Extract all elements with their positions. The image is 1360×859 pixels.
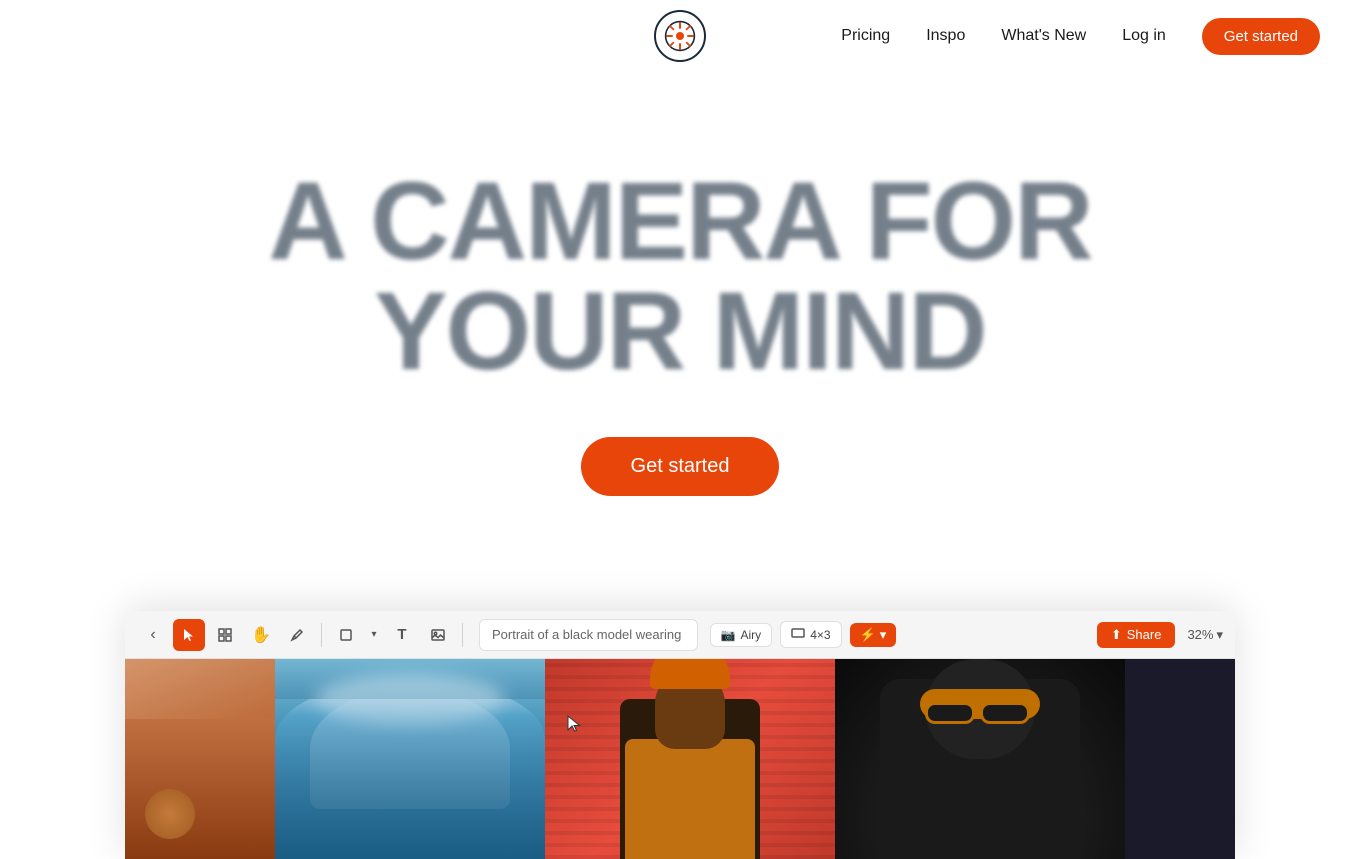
photo-thumbnail-2 [275,659,545,859]
ratio-icon [791,626,805,643]
select-tool-button[interactable] [173,619,205,651]
zoom-value: 32% [1187,627,1213,642]
app-preview: ‹ ✋ [125,611,1235,859]
hero-title: A CAMERA FOR YOUR MIND [268,167,1091,387]
chevron-down-icon: ▾ [1216,627,1223,643]
photo-thumbnail-4 [835,659,1125,859]
hero-title-line1: A CAMERA FOR [268,167,1091,277]
hero-get-started-button[interactable]: Get started [581,437,780,496]
logo[interactable] [654,10,706,62]
ratio-badge: 4×3 [780,621,841,648]
camera-label: Airy [741,628,762,642]
pan-tool-button[interactable]: ✋ [245,619,277,651]
navbar: Pricing Inspo What's New Log in Get star… [0,0,1360,72]
hero-title-line2: YOUR MIND [268,277,1091,387]
nav-pricing[interactable]: Pricing [841,27,890,45]
nav-login[interactable]: Log in [1122,27,1166,45]
text-tool-button[interactable]: T [386,619,418,651]
hero-section: A CAMERA FOR YOUR MIND Get started [0,0,1360,590]
photo-thumbnail-5 [1125,659,1235,859]
photo-thumbnail-1 [125,659,275,859]
grid-tool-button[interactable] [209,619,241,651]
photo-thumbnail-3 [545,659,835,859]
camera-icon: 📷 [721,628,736,642]
pen-tool-button[interactable] [281,619,313,651]
prompt-input[interactable] [479,619,698,651]
nav-get-started-button[interactable]: Get started [1202,18,1320,55]
nav-inspo[interactable]: Inspo [926,27,965,45]
rect-tool-button[interactable] [330,619,362,651]
share-icon: ⬆ [1111,627,1122,643]
generate-button[interactable]: ⚡ ▾ [850,623,897,647]
share-label: Share [1127,627,1162,642]
nav-whats-new[interactable]: What's New [1001,27,1086,45]
back-button[interactable]: ‹ [137,619,169,651]
rect-options-button[interactable]: ▾ [366,619,382,651]
flash-icon: ⚡ [860,627,876,643]
zoom-control[interactable]: 32% ▾ [1187,627,1223,643]
image-tool-button[interactable] [422,619,454,651]
ratio-label: 4×3 [810,628,830,642]
toolbar-divider-2 [462,623,463,647]
toolbar-divider-1 [321,623,322,647]
canvas-area [125,659,1235,859]
chevron-down-icon: ▾ [880,627,887,643]
camera-badge: 📷 Airy [710,623,773,647]
toolbar: ‹ ✋ [125,611,1235,659]
nav-links: Pricing Inspo What's New Log in Get star… [841,18,1320,55]
cursor-indicator [565,714,585,739]
share-button[interactable]: ⬆ Share [1097,622,1176,648]
